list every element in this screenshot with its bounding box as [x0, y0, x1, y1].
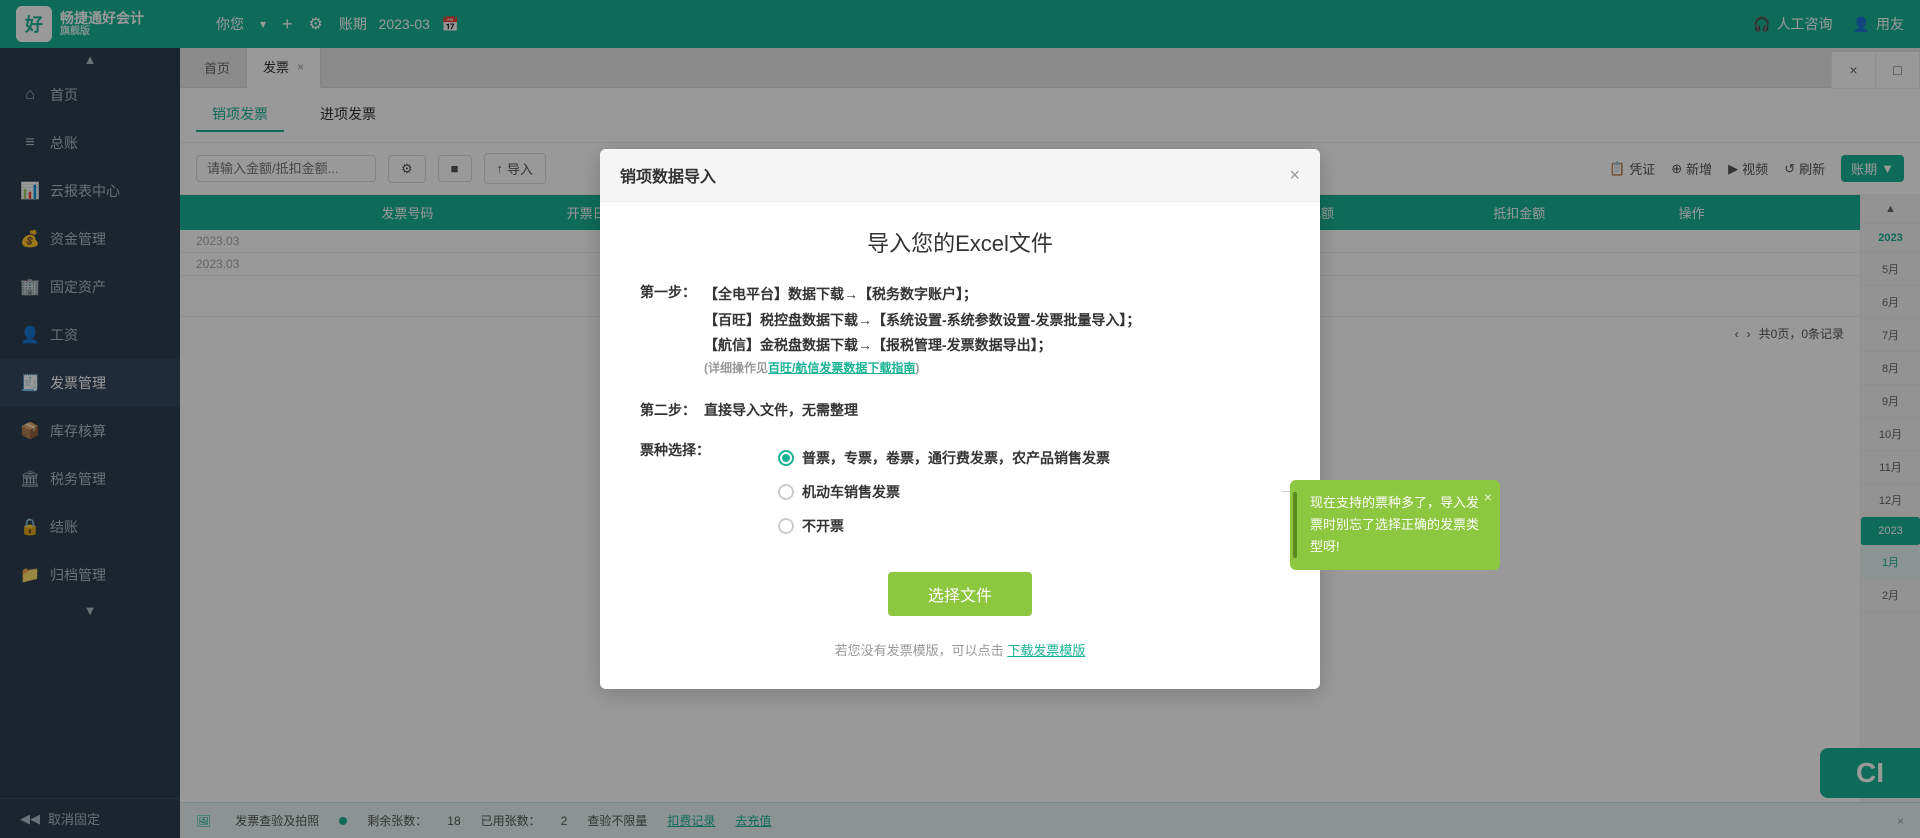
- ticket-label: 票种选择： 普票，专票，卷票，通行费发票，农产品销售发票 机动车销售发票: [640, 440, 1280, 536]
- ticket-type-section: 票种选择： 普票，专票，卷票，通行费发票，农产品销售发票 机动车销售发票: [640, 440, 1280, 536]
- modal-body: 导入您的Excel文件 第一步： 【全电平台】数据下载→【税务数字账户】； 【百…: [600, 202, 1320, 688]
- download-template-link[interactable]: 下载发票模版: [1007, 643, 1085, 658]
- radio-general-dot: [782, 454, 790, 462]
- modal-bottom-note: 若您没有发票模版，可以点击 下载发票模版: [640, 640, 1280, 659]
- modal-main-title: 导入您的Excel文件: [640, 226, 1280, 258]
- tooltip-text: 现在支持的票种多了，导入发票时别忘了选择正确的发票类型呀!: [1310, 495, 1479, 554]
- radio-general[interactable]: 普票，专票，卷票，通行费发票，农产品销售发票: [778, 448, 1110, 468]
- step2-content: 直接导入文件，无需整理: [704, 400, 858, 420]
- select-file-btn[interactable]: 选择文件: [888, 572, 1032, 616]
- bottom-note-prefix: 若您没有发票模版，可以点击: [835, 643, 1004, 658]
- step1-line-2: 【百旺】税控盘数据下载→【系统设置-系统参数设置-发票批量导入】；: [704, 308, 1140, 333]
- tooltip-bubble: × 现在支持的票种多了，导入发票时别忘了选择正确的发票类型呀!: [1290, 480, 1500, 570]
- step1-line-1: 【全电平台】数据下载→【税务数字账户】；: [704, 282, 1140, 307]
- step-1-label: 第一步： 【全电平台】数据下载→【税务数字账户】； 【百旺】税控盘数据下载→【系…: [640, 282, 1280, 379]
- radio-group: 普票，专票，卷票，通行费发票，农产品销售发票 机动车销售发票: [778, 448, 1110, 536]
- modal-header: 销项数据导入 ×: [600, 149, 1320, 202]
- radio-general-circle: [778, 450, 794, 466]
- modal-close-btn[interactable]: ×: [1289, 165, 1300, 186]
- tooltip-close-btn[interactable]: ×: [1484, 486, 1492, 510]
- download-guide-link[interactable]: 百旺/航信发票数据下载指南: [768, 361, 915, 375]
- modal-dialog: 销项数据导入 × 导入您的Excel文件 第一步： 【全电平台】数据下载→【税务…: [600, 149, 1320, 688]
- radio-none-circle: [778, 518, 794, 534]
- step1-line-3: 【航信】金税盘数据下载→【报税管理-发票数据导出】；: [704, 333, 1140, 358]
- radio-none[interactable]: 不开票: [778, 516, 1110, 536]
- modal-overlay[interactable]: 销项数据导入 × 导入您的Excel文件 第一步： 【全电平台】数据下载→【税务…: [0, 0, 1920, 838]
- step1-note: (详细操作见百旺/航信发票数据下载指南): [704, 358, 1140, 380]
- radio-vehicle[interactable]: 机动车销售发票: [778, 482, 1110, 502]
- tooltip-bar: [1293, 492, 1297, 558]
- modal-title: 销项数据导入: [620, 163, 716, 187]
- step-2-label: 第二步： 直接导入文件，无需整理: [640, 400, 1280, 420]
- step-2-section: 第二步： 直接导入文件，无需整理: [640, 400, 1280, 420]
- step-1-section: 第一步： 【全电平台】数据下载→【税务数字账户】； 【百旺】税控盘数据下载→【系…: [640, 282, 1280, 379]
- radio-vehicle-circle: [778, 484, 794, 500]
- modal-footer: 选择文件: [640, 556, 1280, 624]
